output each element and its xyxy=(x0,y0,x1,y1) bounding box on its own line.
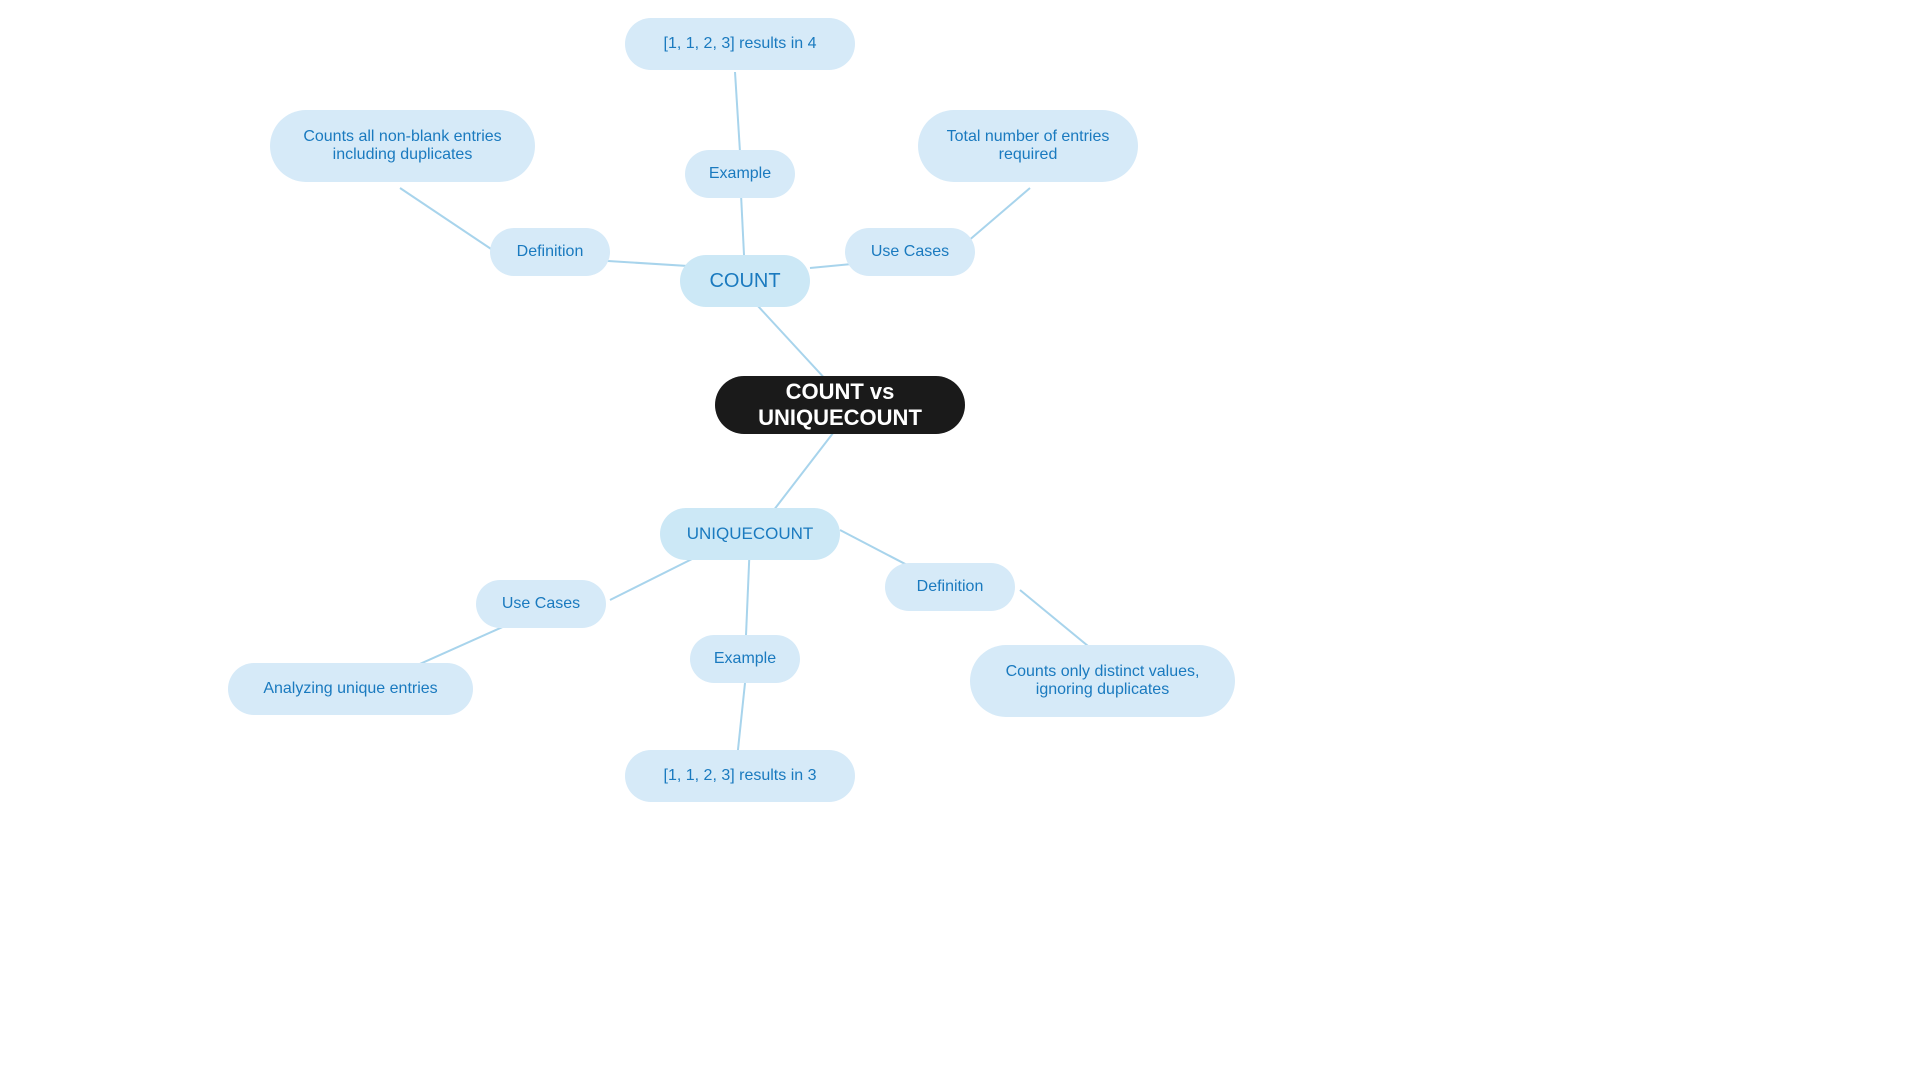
uniquecount-node: UNIQUECOUNT xyxy=(660,508,840,560)
count-definition-detail-node: Counts all non-blank entries including d… xyxy=(270,110,535,182)
count-example-node: Example xyxy=(685,150,795,198)
root-node: COUNT vs UNIQUECOUNT xyxy=(715,376,965,434)
uc-usecases-node: Use Cases xyxy=(476,580,606,628)
uc-usecases-detail-node: Analyzing unique entries xyxy=(228,663,473,715)
uc-example-detail-node: [1, 1, 2, 3] results in 3 xyxy=(625,750,855,802)
count-example-detail-node: [1, 1, 2, 3] results in 4 xyxy=(625,18,855,70)
uc-definition-detail-node: Counts only distinct values, ignoring du… xyxy=(970,645,1235,717)
count-definition-node: Definition xyxy=(490,228,610,276)
uc-example-node: Example xyxy=(690,635,800,683)
count-usecases-node: Use Cases xyxy=(845,228,975,276)
count-node: COUNT xyxy=(680,255,810,307)
count-usecases-detail-node: Total number of entries required xyxy=(918,110,1138,182)
uc-definition-node: Definition xyxy=(885,563,1015,611)
